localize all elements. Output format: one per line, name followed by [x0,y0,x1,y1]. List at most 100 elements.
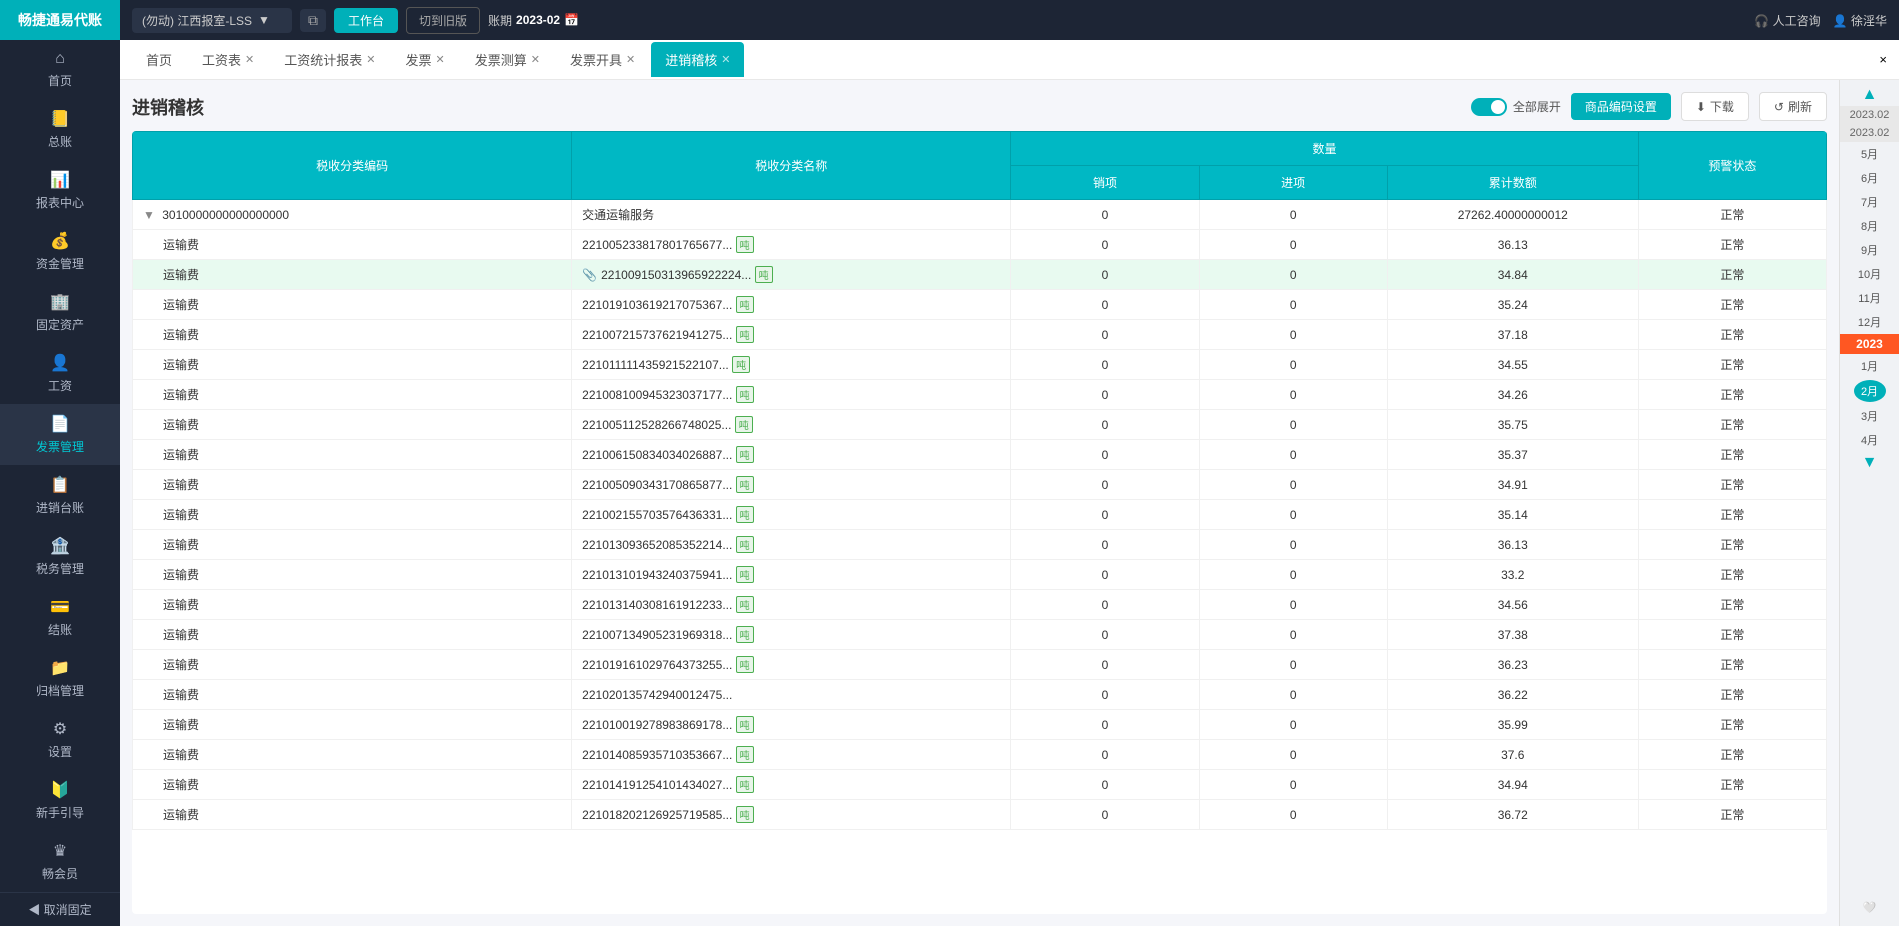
heart-icon[interactable]: 🤍 [1863,893,1877,922]
table-row-sales-11: 0 [1011,530,1199,560]
topbar-right: 🎧 人工咨询 👤 徐淫华 [1754,12,1887,29]
copy-button[interactable]: ⧉ [300,9,326,32]
refresh-icon: ↺ [1774,100,1784,114]
tab-close-salary-stats[interactable]: ✕ [366,53,375,66]
tab-home[interactable]: 首页 [132,42,186,77]
table-row-invoice-18: 221014085935710353667... 吨 [572,740,1011,770]
tab-close-invoice-calc[interactable]: ✕ [531,53,540,66]
copy-icon: ⧉ [308,12,318,29]
table-row-purchase-4: 0 [1199,320,1387,350]
calendar-month-nov[interactable]: 11月 [1840,286,1899,310]
sidebar-item-member[interactable]: ♛ 畅会员 [0,831,120,892]
sidebar-item-reports[interactable]: 📊 报表中心 [0,160,120,221]
table-row-subcode-9: 运输费 [133,470,572,500]
invoice-icon: 📄 [50,414,70,434]
table-row-status-18: 正常 [1638,740,1826,770]
table-row-sales-5: 0 [1011,350,1199,380]
table-row-status-13: 正常 [1638,590,1826,620]
tax-icon: 🏦 [50,536,70,556]
calendar-month-jul[interactable]: 7月 [1840,190,1899,214]
tab-close-invoice[interactable]: ✕ [436,53,445,66]
table-row-cumulative-6: 34.26 [1387,380,1638,410]
sidebar-unpin-button[interactable]: ◀ 取消固定 [0,892,120,926]
tab-sales-check[interactable]: 进销稽核 ✕ [651,42,744,77]
calendar-nav-up[interactable]: ▲ [1860,84,1880,106]
header-tax-name: 税收分类名称 [572,132,1011,200]
sidebar-item-invoice[interactable]: 📄 发票管理 [0,404,120,465]
tab-invoice-calc[interactable]: 发票测算 ✕ [461,42,554,77]
tag-6: 吨 [736,386,754,403]
table-row-cumulative-2: 34.84 [1387,260,1638,290]
calendar-month-oct[interactable]: 10月 [1840,262,1899,286]
table-row-subcode-1: 运输费 [133,230,572,260]
table-row-status-3: 正常 [1638,290,1826,320]
sidebar-item-funds[interactable]: 💰 资金管理 [0,221,120,282]
tab-close-sales-check[interactable]: ✕ [721,53,730,66]
sidebar-item-label-funds: 资金管理 [36,255,84,272]
sidebar-item-label-reports: 报表中心 [36,194,84,211]
calendar-month-dec[interactable]: 12月 [1840,310,1899,334]
sidebar-item-archive[interactable]: 📁 归档管理 [0,648,120,709]
tab-invoice-open[interactable]: 发票开具 ✕ [556,42,649,77]
table-row-status-4: 正常 [1638,320,1826,350]
company-selector[interactable]: (勿动) 江西报室-LSS ▼ [132,8,292,33]
sidebar-item-tax[interactable]: 🏦 税务管理 [0,526,120,587]
calendar-month-may[interactable]: 5月 [1840,142,1899,166]
sidebar-item-label-settings: 设置 [48,743,72,760]
calendar-nav-down[interactable]: ▼ [1860,452,1880,474]
table-row-subcode-18: 运输费 [133,740,572,770]
tab-invoice[interactable]: 发票 ✕ [391,42,458,77]
sidebar-item-settlement[interactable]: 💳 结账 [0,587,120,648]
table-row-sales-0: 0 [1011,200,1199,230]
calendar-month-mar[interactable]: 3月 [1840,404,1899,428]
sidebar-item-assets[interactable]: 🏢 固定资产 [0,282,120,343]
table-row-invoice-5: 221011111435921522107... 吨 [572,350,1011,380]
table-row-invoice-8: 221006150834034026887... 吨 [572,440,1011,470]
tab-close-invoice-open[interactable]: ✕ [626,53,635,66]
sidebar-item-home[interactable]: ⌂ 首页 [0,40,120,99]
table-row-sales-12: 0 [1011,560,1199,590]
calendar-month-jan[interactable]: 1月 [1840,354,1899,378]
table-row-status-16: 正常 [1638,680,1826,710]
table-row-purchase-11: 0 [1199,530,1387,560]
calendar-icon[interactable]: 📅 [564,13,579,27]
sidebar-item-settings[interactable]: ⚙ 设置 [0,709,120,770]
calendar-month-aug[interactable]: 8月 [1840,214,1899,238]
expand-icon-0[interactable]: ▼ [143,208,155,222]
table-row-status-9: 正常 [1638,470,1826,500]
sidebar-item-sales-ledger[interactable]: 📋 进销台账 [0,465,120,526]
sidebar-item-salary[interactable]: 👤 工资 [0,343,120,404]
expand-toggle[interactable] [1471,98,1507,116]
support-button[interactable]: 🎧 人工咨询 [1754,12,1820,29]
refresh-button[interactable]: ↺ 刷新 [1759,92,1827,121]
avatar-icon: 👤 [1833,14,1848,28]
sidebar-item-guide[interactable]: 🔰 新手引导 [0,770,120,831]
funds-icon: 💰 [50,231,70,251]
close-all-tabs-button[interactable]: × [1879,52,1887,67]
switch-version-button[interactable]: 切到旧版 [406,7,480,34]
calendar-month-jun[interactable]: 6月 [1840,166,1899,190]
table-row-invoice-20: 221018202126925719585... 吨 [572,800,1011,830]
table-row-status-2: 正常 [1638,260,1826,290]
download-button[interactable]: ⬇ 下载 [1681,92,1749,121]
table-row-invoice-16: 221020135742940012475... [572,680,1011,710]
archive-icon: 📁 [50,658,70,678]
table-row-invoice-14: 221007134905231969318... 吨 [572,620,1011,650]
header-tax-code: 税收分类编码 [133,132,572,200]
calendar-month-sep[interactable]: 9月 [1840,238,1899,262]
workbench-button[interactable]: 工作台 [334,8,398,33]
calendar-month-apr[interactable]: 4月 [1840,428,1899,452]
tab-salary-table[interactable]: 工资表 ✕ [188,42,268,77]
expand-toggle-label: 全部展开 [1513,98,1561,115]
calendar-month-feb-active[interactable]: 2月 [1854,380,1886,402]
user-avatar[interactable]: 👤 徐淫华 [1833,12,1887,29]
sidebar-item-label-salary: 工资 [48,377,72,394]
table-row-sales-6: 0 [1011,380,1199,410]
sidebar-item-ledger[interactable]: 📒 总账 [0,99,120,160]
sidebar-item-label-member: 畅会员 [42,865,78,882]
tab-salary-stats[interactable]: 工资统计报表 ✕ [270,42,389,77]
tab-close-salary-table[interactable]: ✕ [245,53,254,66]
settings-code-button[interactable]: 商品编码设置 [1571,93,1671,120]
refresh-label: 刷新 [1788,98,1812,115]
table-row-status-20: 正常 [1638,800,1826,830]
